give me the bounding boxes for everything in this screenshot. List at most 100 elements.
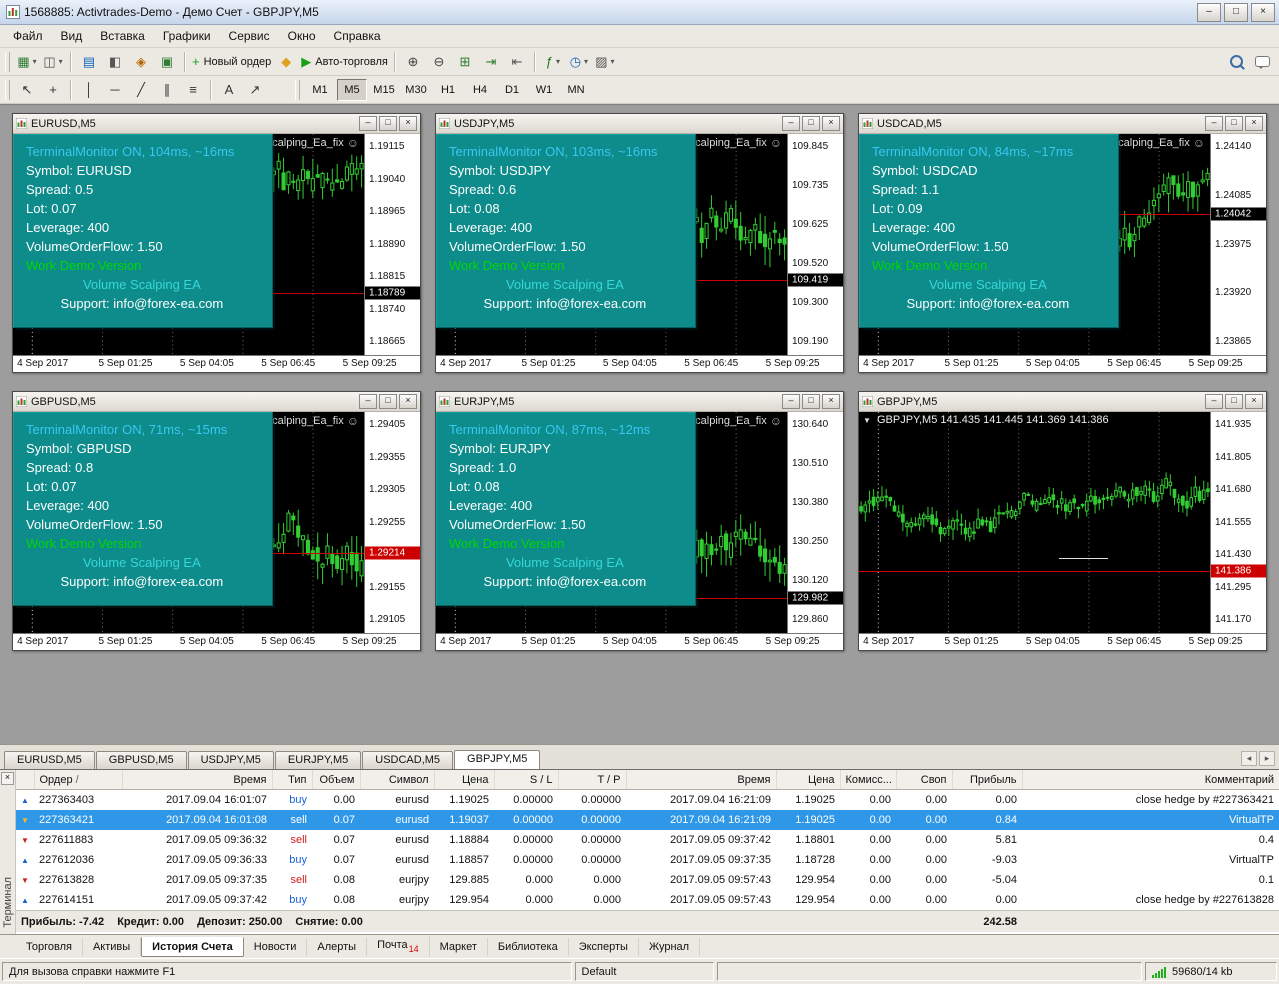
window-close-button[interactable]: ×: [1251, 2, 1275, 22]
history-col-open-time[interactable]: Время: [122, 770, 273, 790]
chart-window-titlebar[interactable]: GBPJPY,M5 – □ ×: [859, 392, 1266, 412]
cursor-tool-button[interactable]: ↖: [15, 78, 39, 102]
timeframe-m30[interactable]: M30: [401, 79, 431, 101]
price-scale[interactable]: 109.419 109.845 109.735 109.625 109.520 109.…: [787, 134, 843, 355]
data-window-button[interactable]: ◧: [103, 50, 127, 74]
history-row[interactable]: ▼ 227363421 2017.09.04 16:01:08 sell 0.0…: [16, 810, 1279, 830]
terminal-tab-assets[interactable]: Активы: [83, 937, 142, 956]
navigator-button[interactable]: ◈: [129, 50, 153, 74]
timeframe-h1[interactable]: H1: [433, 79, 463, 101]
chart-plot[interactable]: Scalping_Ea_fix ☺ ▼ TerminalMonitor ON, …: [436, 134, 787, 355]
terminal-tab-news[interactable]: Новости: [244, 937, 308, 956]
history-col-close-price[interactable]: Цена: [776, 770, 841, 790]
history-col-symbol[interactable]: Символ: [360, 770, 435, 790]
chart-window-titlebar[interactable]: USDCAD,M5 – □ ×: [859, 114, 1266, 134]
chart-window-titlebar[interactable]: EURUSD,M5 – □ ×: [13, 114, 420, 134]
chart-tab-gbpusd-m5[interactable]: GBPUSD,M5: [95, 751, 187, 769]
menu-service[interactable]: Сервис: [220, 26, 279, 46]
price-scale[interactable]: 141.386 141.935 141.805 141.680 141.555 141.…: [1210, 412, 1266, 633]
chart-tabs-scroll-left-icon[interactable]: ◂: [1241, 751, 1257, 766]
history-col-commission[interactable]: Комисс...: [840, 770, 897, 790]
chart-maximize-button[interactable]: □: [802, 116, 820, 131]
indicators-button[interactable]: ƒ ▾: [541, 50, 565, 74]
chart-minimize-button[interactable]: –: [359, 116, 377, 131]
arrows-tool-button[interactable]: ↗: [243, 78, 267, 102]
toolbar-grip[interactable]: [5, 51, 10, 72]
menu-file[interactable]: Файл: [4, 26, 52, 46]
chart-window-titlebar[interactable]: EURJPY,M5 – □ ×: [436, 392, 843, 412]
timeframe-h4[interactable]: H4: [465, 79, 495, 101]
history-col-swap[interactable]: Своп: [896, 770, 953, 790]
time-axis[interactable]: 4 Sep 2017 5 Sep 01:25 5 Sep 04:05 5 Sep 06…: [859, 355, 1266, 372]
new-order-button[interactable]: + Новый ордер: [191, 50, 272, 74]
menu-view[interactable]: Вид: [52, 26, 92, 46]
price-scale[interactable]: 129.982 130.640 130.510 130.380 130.250 130.…: [787, 412, 843, 633]
menu-charts[interactable]: Графики: [154, 26, 220, 46]
zoom-in-button[interactable]: ⊕: [401, 50, 425, 74]
ea-smiley-icon[interactable]: ☺: [1193, 136, 1205, 150]
indicators-caret-icon[interactable]: ▾: [556, 57, 560, 66]
chart-minimize-button[interactable]: –: [1205, 116, 1223, 131]
tile-windows-button[interactable]: ⊞: [453, 50, 477, 74]
window-titlebar[interactable]: 1568885: Activtrades-Demo - Демо Счет - …: [0, 0, 1279, 25]
timeframe-w1[interactable]: W1: [529, 79, 559, 101]
terminal-tab-trade[interactable]: Торговля: [16, 937, 83, 956]
autotrading-button[interactable]: ▶ Авто-торговля: [300, 50, 389, 74]
history-col-close-time[interactable]: Время: [626, 770, 777, 790]
ea-smiley-icon[interactable]: ☺: [347, 414, 359, 428]
chart-close-button[interactable]: ×: [1245, 116, 1263, 131]
terminal-tab-mailbox[interactable]: Почта14: [367, 936, 430, 957]
history-row[interactable]: ▲ 227612036 2017.09.05 09:36:33 buy 0.07…: [16, 850, 1279, 870]
toolbar-grip[interactable]: [295, 79, 300, 100]
time-axis[interactable]: 4 Sep 2017 5 Sep 01:25 5 Sep 04:05 5 Sep 06…: [13, 355, 420, 372]
terminal-tab-experts[interactable]: Эксперты: [569, 937, 639, 956]
chart-maximize-button[interactable]: □: [802, 394, 820, 409]
history-row[interactable]: ▲ 227363403 2017.09.04 16:01:07 buy 0.00…: [16, 790, 1279, 811]
timeframe-m5[interactable]: M5: [337, 78, 367, 101]
chart-close-button[interactable]: ×: [1245, 394, 1263, 409]
channel-tool-button[interactable]: ∥: [155, 78, 179, 102]
history-row[interactable]: ▲ 227614151 2017.09.05 09:37:42 buy 0.08…: [16, 890, 1279, 911]
chart-tabs-scroll-right-icon[interactable]: ▸: [1259, 751, 1275, 766]
chart-minimize-button[interactable]: –: [359, 394, 377, 409]
chart-maximize-button[interactable]: □: [379, 116, 397, 131]
zoom-out-button[interactable]: ⊖: [427, 50, 451, 74]
symbol-dropdown-icon[interactable]: ▼: [863, 416, 871, 425]
templates-caret-icon[interactable]: ▾: [611, 57, 615, 66]
new-chart-caret-icon[interactable]: ▾: [33, 57, 37, 66]
history-col-sl[interactable]: S / L: [494, 770, 559, 790]
chart-plot[interactable]: Scalping_Ea_fix ☺ ▼ TerminalMonitor ON, …: [13, 412, 364, 633]
chart-tab-gbpjpy-m5[interactable]: GBPJPY,M5: [454, 750, 541, 769]
history-col-profit[interactable]: Прибыль: [952, 770, 1023, 790]
chart-tab-usdcad-m5[interactable]: USDCAD,M5: [362, 751, 454, 769]
history-row[interactable]: ▼ 227613828 2017.09.05 09:37:35 sell 0.0…: [16, 870, 1279, 890]
chart-close-button[interactable]: ×: [822, 116, 840, 131]
time-axis[interactable]: 4 Sep 2017 5 Sep 01:25 5 Sep 04:05 5 Sep 06…: [436, 633, 843, 650]
price-scale[interactable]: 1.18789 1.19115 1.19040 1.18965 1.18890 1.18…: [364, 134, 420, 355]
history-row[interactable]: ▼ 227611883 2017.09.05 09:36:32 sell 0.0…: [16, 830, 1279, 850]
chart-close-button[interactable]: ×: [822, 394, 840, 409]
history-col-order[interactable]: Ордер /: [34, 770, 123, 790]
terminal-tab-library[interactable]: Библиотека: [488, 937, 569, 956]
terminal-close-icon[interactable]: ×: [1, 772, 14, 785]
periods-caret-icon[interactable]: ▾: [584, 57, 588, 66]
fibonacci-tool-button[interactable]: ≡: [181, 78, 205, 102]
terminal-tab-market[interactable]: Маркет: [430, 937, 488, 956]
chart-plot[interactable]: Scalping_Ea_fix ☺ ▼ TerminalMonitor ON, …: [13, 134, 364, 355]
metaeditor-button[interactable]: ◆: [274, 50, 298, 74]
new-chart-button[interactable]: ▦ ▾: [15, 50, 39, 74]
toolbar-grip[interactable]: [5, 79, 10, 100]
chat-button[interactable]: [1250, 50, 1274, 74]
terminal-tab-alerts[interactable]: Алерты: [307, 937, 368, 956]
terminal-tab-journal[interactable]: Журнал: [639, 937, 701, 956]
shift-chart-button[interactable]: ⇤: [505, 50, 529, 74]
chart-close-button[interactable]: ×: [399, 394, 417, 409]
window-restore-button[interactable]: □: [1224, 2, 1248, 22]
timeframe-m15[interactable]: M15: [369, 79, 399, 101]
profiles-button[interactable]: ◫ ▾: [41, 50, 65, 74]
trendline-tool-button[interactable]: ╱: [129, 78, 153, 102]
timeframe-d1[interactable]: D1: [497, 79, 527, 101]
profiles-caret-icon[interactable]: ▾: [59, 57, 63, 66]
vertical-line-tool-button[interactable]: │: [77, 78, 101, 102]
chart-close-button[interactable]: ×: [399, 116, 417, 131]
